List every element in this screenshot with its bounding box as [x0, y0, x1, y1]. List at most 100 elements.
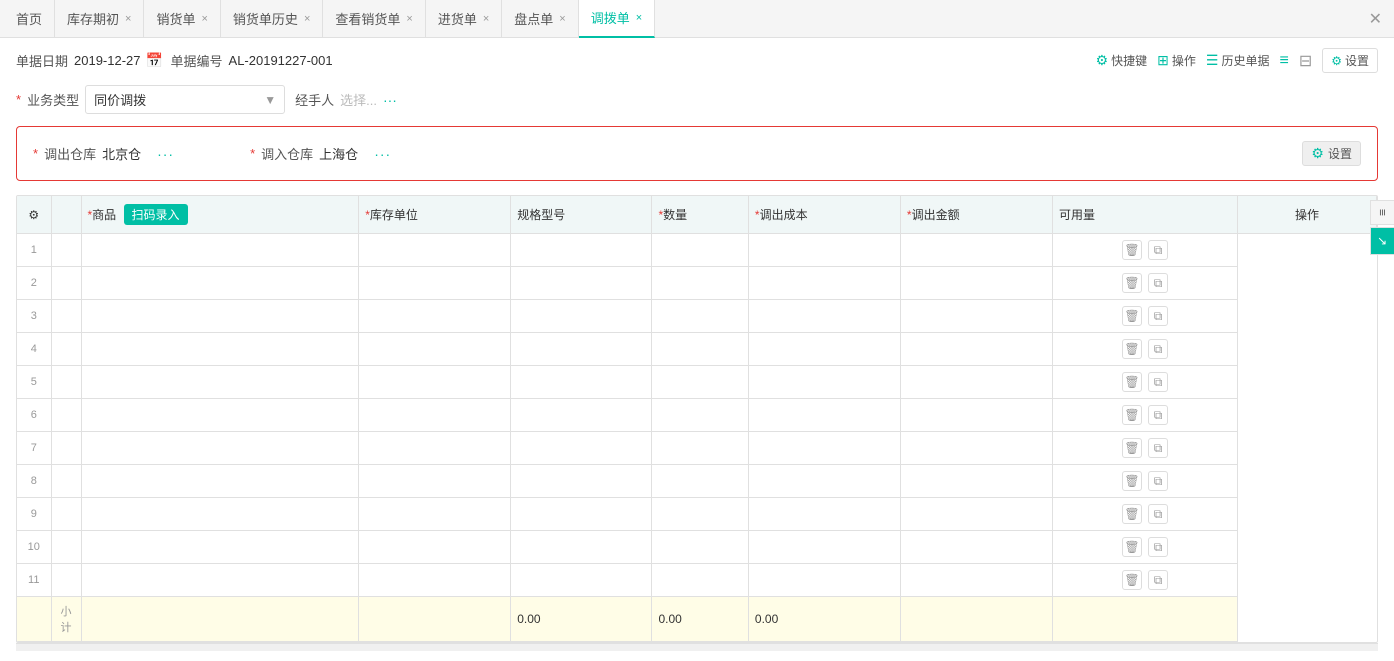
th-gear[interactable]: ⚙	[17, 196, 51, 234]
person-field: 经手人 选择... ···	[295, 90, 397, 109]
cell-empty	[51, 366, 81, 399]
tab-inventory-close[interactable]: ×	[559, 13, 565, 25]
table-row: 9🗑⧉	[17, 498, 1377, 531]
copy-icon[interactable]: ⧉	[1148, 405, 1168, 425]
tab-opening-close[interactable]: ×	[125, 13, 131, 25]
th-available: 可用量	[1052, 196, 1237, 234]
row-num: 2	[17, 267, 51, 300]
cell-ops: 🗑⧉	[1052, 432, 1237, 465]
transfer-in-ellipsis[interactable]: ···	[374, 146, 391, 162]
calendar-icon[interactable]: 📅	[147, 53, 163, 69]
doc-date-value[interactable]: 2019-12-27	[74, 53, 141, 68]
delete-icon[interactable]: 🗑	[1122, 339, 1142, 359]
cell-empty	[359, 234, 511, 267]
right-list-button[interactable]: ≡	[1370, 200, 1394, 225]
cell-empty	[748, 333, 900, 366]
copy-icon[interactable]: ⧉	[1148, 339, 1168, 359]
view-mode-lines-icon[interactable]: ≡	[1279, 52, 1288, 70]
person-ellipsis-button[interactable]: ···	[383, 92, 397, 108]
cell-empty	[511, 399, 652, 432]
setting-button[interactable]: ⚙ 设置	[1322, 48, 1378, 73]
tab-sales-close[interactable]: ×	[201, 13, 207, 25]
right-export-button[interactable]: ↗	[1370, 227, 1394, 255]
cell-empty	[511, 465, 652, 498]
copy-icon[interactable]: ⧉	[1148, 240, 1168, 260]
tab-view-sales-close[interactable]: ×	[406, 13, 412, 25]
delete-icon[interactable]: 🗑	[1122, 471, 1142, 491]
cell-empty	[359, 498, 511, 531]
scan-input-button[interactable]: 扫码录入	[124, 204, 188, 225]
business-type-field: * 业务类型 同价调拨 ▼	[16, 85, 285, 114]
history-doc-button[interactable]: ☰ 历史单据	[1206, 52, 1270, 69]
quick-keys-button[interactable]: ⚙ 快捷键	[1096, 52, 1148, 69]
header-actions: ⚙ 快捷键 ⊞ 操作 ☰ 历史单据 ≡ ⊟ ⚙ 设置	[1096, 48, 1378, 73]
cell-empty	[51, 333, 81, 366]
row-num: 6	[17, 399, 51, 432]
subtotal-empty	[900, 597, 1052, 642]
business-type-dropdown[interactable]: 同价调拨 ▼	[85, 85, 285, 114]
cell-ops: 🗑⧉	[1052, 366, 1237, 399]
cell-ops: 🗑⧉	[1052, 531, 1237, 564]
tab-home[interactable]: 首页	[4, 0, 55, 38]
delete-icon[interactable]: 🗑	[1122, 273, 1142, 293]
cell-empty	[900, 531, 1052, 564]
tab-inventory[interactable]: 盘点单 ×	[502, 0, 578, 38]
delete-icon[interactable]: 🗑	[1122, 306, 1142, 326]
tab-sales-history[interactable]: 销货单历史 ×	[221, 0, 323, 38]
cell-empty	[748, 465, 900, 498]
horizontal-scrollbar[interactable]	[16, 643, 1378, 651]
copy-icon[interactable]: ⧉	[1148, 273, 1168, 293]
table-row: 6 🗑 ⧉	[17, 399, 1377, 432]
tab-view-sales[interactable]: 查看销货单 ×	[323, 0, 425, 38]
cell-ops: 🗑⧉	[1052, 300, 1237, 333]
section-setting-button[interactable]: ⚙ 设置	[1302, 141, 1361, 166]
delete-icon[interactable]: 🗑	[1122, 438, 1142, 458]
table-row: 3🗑⧉	[17, 300, 1377, 333]
delete-icon[interactable]: 🗑	[1122, 537, 1142, 557]
tab-transfer[interactable]: 调拨单 ×	[579, 0, 655, 38]
subtotal-amount: 0.00	[748, 597, 900, 642]
delete-icon[interactable]: 🗑	[1122, 405, 1142, 425]
transfer-out-ellipsis[interactable]: ···	[157, 146, 174, 162]
copy-icon[interactable]: ⧉	[1148, 504, 1168, 524]
cell-empty	[51, 399, 81, 432]
transfer-out-value[interactable]: 北京仓	[102, 144, 141, 163]
subtotal-empty	[359, 597, 511, 642]
cell-empty	[51, 531, 81, 564]
tab-transfer-close[interactable]: ×	[636, 12, 642, 24]
delete-icon[interactable]: 🗑	[1122, 240, 1142, 260]
delete-icon[interactable]: 🗑	[1122, 570, 1142, 590]
tab-purchase-close[interactable]: ×	[483, 13, 489, 25]
delete-icon[interactable]: 🗑	[1122, 372, 1142, 392]
row-num: 7	[17, 432, 51, 465]
delete-icon[interactable]: 🗑	[1122, 504, 1142, 524]
cell-ops: 🗑⧉	[1052, 267, 1237, 300]
window-close-button[interactable]: ✕	[1357, 9, 1394, 29]
copy-icon[interactable]: ⧉	[1148, 537, 1168, 557]
th-product: *商品 扫码录入	[81, 196, 359, 234]
setting-gear-icon: ⚙	[1331, 54, 1342, 68]
copy-icon[interactable]: ⧉	[1148, 570, 1168, 590]
business-type-required: *	[16, 92, 21, 107]
copy-icon[interactable]: ⧉	[1148, 471, 1168, 491]
cell-empty	[652, 432, 748, 465]
copy-icon[interactable]: ⧉	[1148, 306, 1168, 326]
table-row: 4🗑⧉	[17, 333, 1377, 366]
transfer-in-value[interactable]: 上海仓	[319, 144, 358, 163]
cell-empty	[81, 267, 359, 300]
cell-empty	[81, 300, 359, 333]
operations-button[interactable]: ⊞ 操作	[1157, 52, 1196, 69]
doc-no-field: 单据编号 AL-20191227-001	[171, 51, 333, 70]
cell-empty	[81, 498, 359, 531]
view-mode-grid-icon[interactable]: ⊟	[1299, 51, 1312, 71]
tab-opening[interactable]: 库存期初 ×	[55, 0, 144, 38]
person-input[interactable]: 选择...	[340, 90, 377, 109]
tab-purchase[interactable]: 进货单 ×	[426, 0, 502, 38]
tab-sales[interactable]: 销货单 ×	[144, 0, 220, 38]
copy-icon[interactable]: ⧉	[1148, 372, 1168, 392]
transfer-in-field: * 调入仓库 上海仓	[250, 144, 358, 163]
th-qty: *数量	[652, 196, 748, 234]
tab-sales-history-close[interactable]: ×	[304, 13, 310, 25]
copy-icon[interactable]: ⧉	[1148, 438, 1168, 458]
cell-empty	[900, 498, 1052, 531]
